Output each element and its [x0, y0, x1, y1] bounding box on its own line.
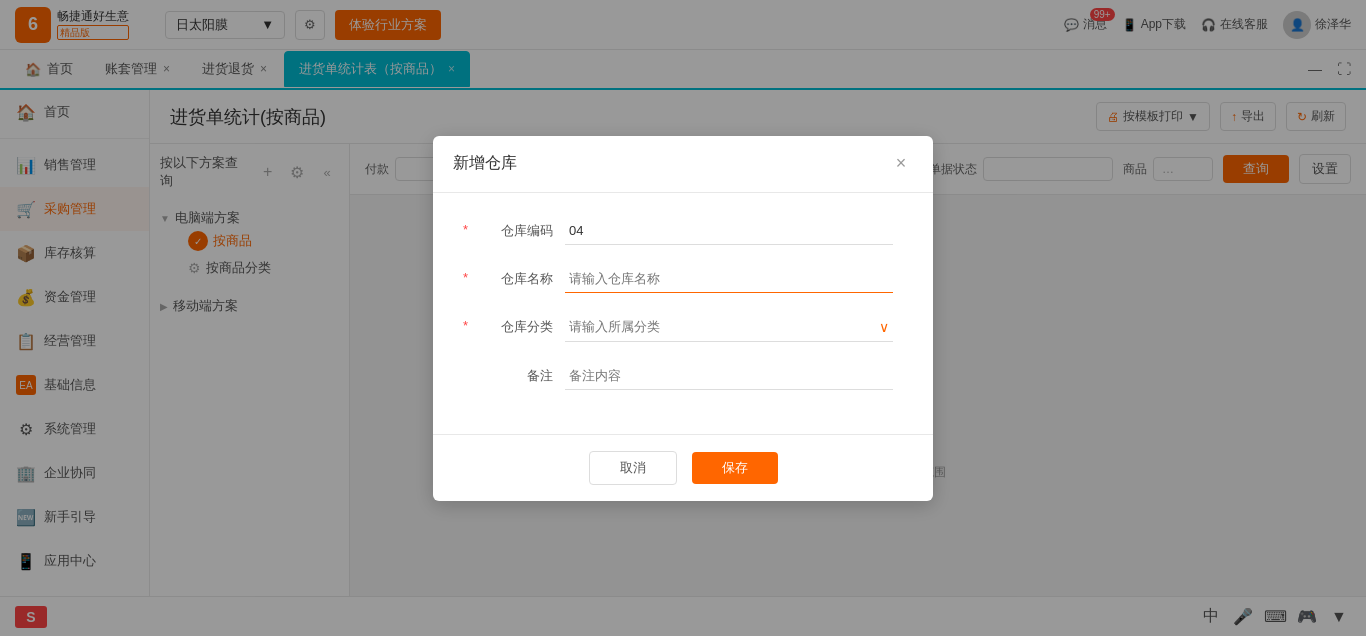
dialog-header: 新增仓库 ×	[433, 136, 933, 193]
form-row-remark: 备注	[473, 362, 893, 390]
save-button[interactable]: 保存	[692, 452, 778, 484]
dialog-title: 新增仓库	[453, 153, 517, 174]
dialog-body: 仓库编码 仓库名称 仓库分类 ∨ 备注	[433, 193, 933, 434]
form-row-code: 仓库编码	[473, 217, 893, 245]
cancel-button[interactable]: 取消	[589, 451, 677, 485]
form-row-name: 仓库名称	[473, 265, 893, 293]
form-label-code: 仓库编码	[473, 222, 553, 240]
warehouse-name-input[interactable]	[565, 265, 893, 293]
category-input[interactable]	[569, 319, 879, 334]
form-label-category: 仓库分类	[473, 318, 553, 336]
category-dropdown-arrow: ∨	[879, 319, 889, 335]
modal-overlay[interactable]: 新增仓库 × 仓库编码 仓库名称 仓库分类 ∨	[0, 0, 1366, 636]
form-row-category: 仓库分类 ∨	[473, 313, 893, 342]
warehouse-code-input[interactable]	[565, 217, 893, 245]
new-warehouse-dialog: 新增仓库 × 仓库编码 仓库名称 仓库分类 ∨	[433, 136, 933, 501]
category-select-row[interactable]: ∨	[565, 313, 893, 342]
dialog-close-button[interactable]: ×	[889, 152, 913, 176]
form-label-remark: 备注	[473, 367, 553, 385]
dialog-footer: 取消 保存	[433, 434, 933, 501]
form-label-name: 仓库名称	[473, 270, 553, 288]
remark-input[interactable]	[565, 362, 893, 390]
